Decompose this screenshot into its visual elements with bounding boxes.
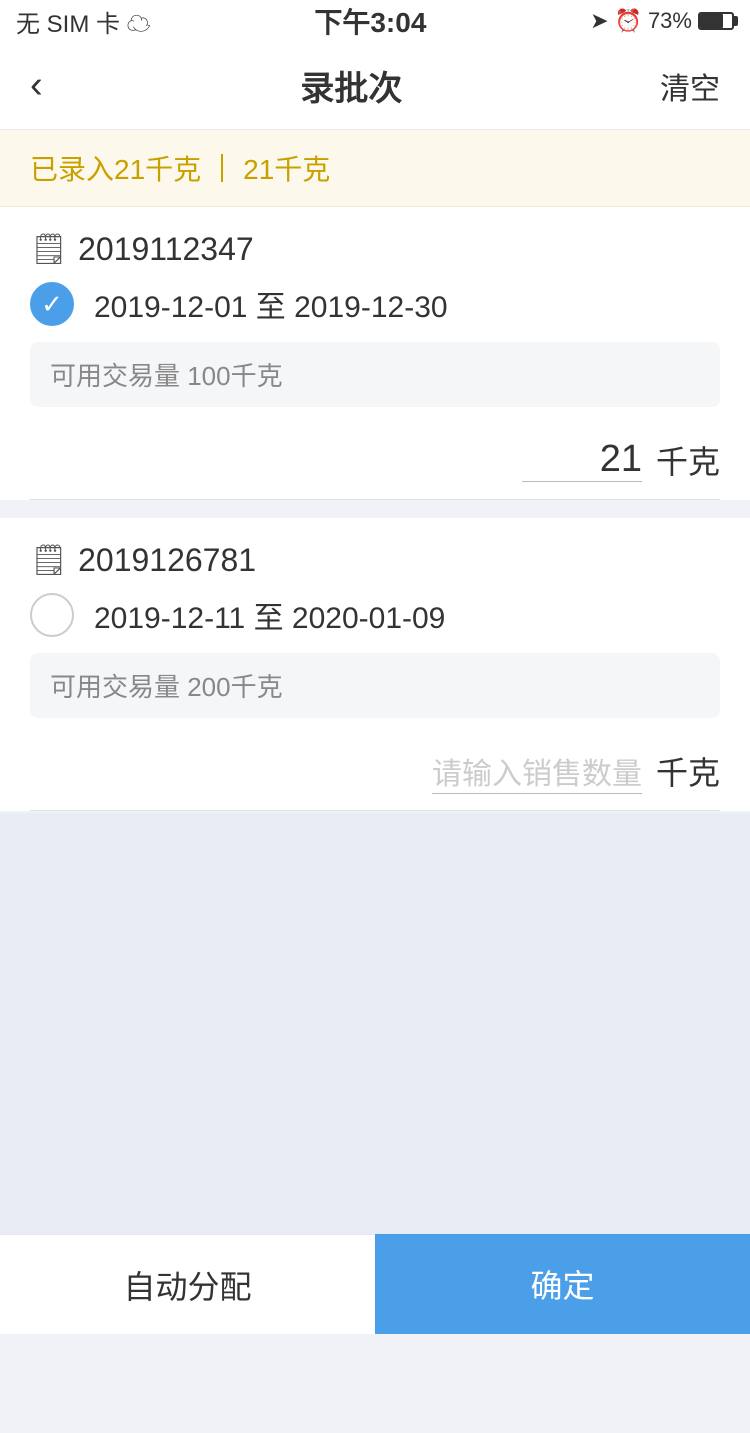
- clear-button[interactable]: 清空: [660, 64, 720, 108]
- alarm-icon: ⏰: [615, 8, 642, 34]
- battery-label: 73%: [648, 8, 692, 34]
- confirm-button[interactable]: 确定: [375, 1234, 750, 1334]
- document-icon-1: 🗒: [30, 232, 68, 267]
- status-left: 无 SIM 卡 ☁: [16, 4, 151, 39]
- battery-icon: [698, 12, 734, 30]
- batch-id-1: 2019112347: [78, 231, 254, 268]
- recorded-amount-label: 已录入21千克: [30, 148, 201, 188]
- separator-2: [30, 810, 720, 811]
- input-unit-2: 千克: [656, 748, 720, 794]
- bottom-bar: 自动分配 确定: [0, 1234, 750, 1334]
- status-time: 下午3:04: [314, 1, 426, 41]
- info-divider: [221, 154, 223, 182]
- batch-date-2: 2019-12-11 至 2020-01-09: [94, 593, 445, 637]
- qty-input-1[interactable]: 21: [522, 438, 642, 482]
- available-qty-1: 可用交易量 100千克: [30, 342, 720, 407]
- input-row-2: 请输入销售数量 千克: [0, 732, 750, 810]
- checkmark-1: ✓: [41, 291, 63, 317]
- input-placeholder-2: 请输入销售数量: [432, 758, 642, 791]
- checkbox-2[interactable]: [30, 593, 74, 637]
- batch-row-1: ✓ 2019-12-01 至 2019-12-30: [0, 278, 750, 336]
- qty-row-1: 21 千克: [0, 421, 750, 499]
- batch-date-1: 2019-12-01 至 2019-12-30: [94, 282, 448, 326]
- batch-header-1: 🗒 2019112347: [0, 207, 750, 278]
- nav-bar: ‹ 录批次 清空: [0, 42, 750, 130]
- recorded-amount-value: 21千克: [243, 148, 330, 188]
- auto-distribute-button[interactable]: 自动分配: [0, 1234, 375, 1334]
- available-qty-2: 可用交易量 200千克: [30, 653, 720, 718]
- back-button[interactable]: ‹: [30, 64, 43, 107]
- info-banner: 已录入21千克 21千克: [0, 130, 750, 207]
- qty-value-1: 21: [600, 438, 642, 480]
- qty-input-2[interactable]: 请输入销售数量: [432, 749, 642, 794]
- page-title: 录批次: [300, 61, 402, 110]
- separator-1: [30, 499, 720, 500]
- card-gap: [0, 502, 750, 518]
- batch-row-2: 2019-12-11 至 2020-01-09: [0, 589, 750, 647]
- status-right: ➤ ⏰ 73%: [590, 8, 734, 34]
- checkbox-1[interactable]: ✓: [30, 282, 74, 326]
- qty-unit-1: 千克: [656, 437, 720, 483]
- batch-card-1: 🗒 2019112347 ✓ 2019-12-01 至 2019-12-30 可…: [0, 207, 750, 500]
- batch-header-2: 🗒 2019126781: [0, 518, 750, 589]
- document-icon-2: 🗒: [30, 543, 68, 578]
- batch-card-2: 🗒 2019126781 2019-12-11 至 2020-01-09 可用交…: [0, 518, 750, 811]
- no-sim-label: 无 SIM 卡 ☁: [16, 4, 151, 39]
- status-bar: 无 SIM 卡 ☁ 下午3:04 ➤ ⏰ 73%: [0, 0, 750, 42]
- location-icon: ➤: [590, 8, 608, 34]
- batch-id-2: 2019126781: [78, 542, 256, 579]
